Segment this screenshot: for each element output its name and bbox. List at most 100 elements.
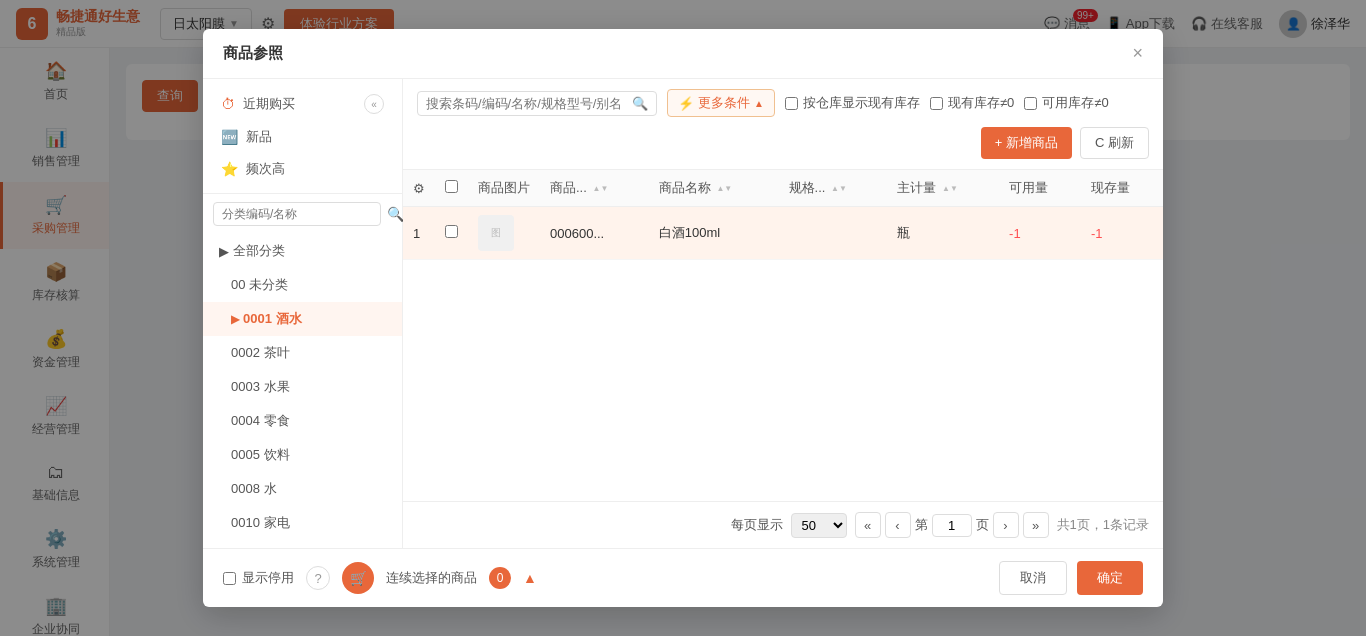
show-disabled-checkbox-label[interactable]: 显示停用	[223, 569, 294, 587]
cat-label-all: 全部分类	[233, 242, 285, 260]
cat-label-0004: 0004 零食	[231, 412, 290, 430]
cart-button[interactable]: 🛒	[342, 562, 374, 594]
cat-00[interactable]: 00 未分类	[203, 268, 402, 302]
product-search-icon[interactable]: 🔍	[632, 96, 648, 111]
dialog-body: ⏱ 近期购买 « 🆕 新品 ⭐ 频次高 🔍	[203, 79, 1163, 548]
right-panel: 🔍 ⚡ 更多条件 ▲ 按仓库显示现有库存 现有库存≠0	[403, 79, 1163, 548]
cat-arrow-all: ▶	[219, 244, 229, 259]
cat-0010[interactable]: 0010 家电	[203, 506, 402, 540]
quick-access: ⏱ 近期购买 « 🆕 新品 ⭐ 频次高	[203, 87, 402, 194]
col-unit-header[interactable]: 主计量 ▲▼	[887, 170, 999, 207]
existing-stock-checkbox[interactable]	[930, 97, 943, 110]
cat-all[interactable]: ▶ 全部分类	[203, 234, 402, 268]
col-checkbox-header[interactable]	[435, 170, 468, 207]
selected-count-badge: 0	[489, 567, 511, 589]
collapse-up-icon[interactable]: ▲	[523, 570, 537, 586]
product-table-area: ⚙ 商品图片 商品... ▲▼ 商品名称	[403, 170, 1163, 501]
quick-item-recent[interactable]: ⏱ 近期购买 «	[211, 87, 394, 121]
warehouse-label: 按仓库显示现有库存	[803, 94, 920, 112]
more-filter-button[interactable]: ⚡ 更多条件 ▲	[667, 89, 775, 117]
cat-label-00: 00 未分类	[231, 276, 288, 294]
row-checkbox[interactable]	[445, 225, 458, 238]
product-image: 图	[478, 215, 514, 251]
recent-icon: ⏱	[221, 96, 235, 112]
select-all-checkbox[interactable]	[445, 180, 458, 193]
page-prefix-label: 第	[915, 516, 928, 534]
next-page-button[interactable]: ›	[993, 512, 1019, 538]
first-page-button[interactable]: «	[855, 512, 881, 538]
col-settings[interactable]: ⚙	[403, 170, 435, 207]
per-page-select[interactable]: 50 100 200	[791, 513, 847, 538]
filter-bar: 🔍 ⚡ 更多条件 ▲ 按仓库显示现有库存 现有库存≠0	[403, 79, 1163, 170]
col-code-header[interactable]: 商品... ▲▼	[540, 170, 649, 207]
add-product-button[interactable]: + 新增商品	[981, 127, 1072, 159]
product-search-input[interactable]	[426, 96, 626, 111]
cat-0005[interactable]: 0005 饮料	[203, 438, 402, 472]
cell-code: 000600...	[540, 207, 649, 260]
prev-page-button[interactable]: ‹	[885, 512, 911, 538]
category-search-icon[interactable]: 🔍	[387, 206, 404, 222]
existing-stock-checkbox-label[interactable]: 现有库存≠0	[930, 94, 1014, 112]
quick-label-recent: 近期购买	[243, 95, 295, 113]
cell-no: 1	[403, 207, 435, 260]
filter-chevron-icon: ▲	[754, 98, 764, 109]
product-search-box: 🔍	[417, 91, 657, 116]
cell-available: -1	[999, 207, 1081, 260]
cat-label-0003: 0003 水果	[231, 378, 290, 396]
help-icon[interactable]: ?	[306, 566, 330, 590]
filter-actions: + 新增商品 C 刷新	[981, 127, 1149, 159]
category-list: ▶ 全部分类 00 未分类 ▶ 0001 酒水 0002 茶叶 0003 水果	[203, 234, 402, 540]
page-navigation: « ‹ 第 页 › »	[855, 512, 1049, 538]
quick-item-new[interactable]: 🆕 新品	[211, 121, 394, 153]
cell-unit: 瓶	[887, 207, 999, 260]
available-stock-checkbox[interactable]	[1024, 97, 1037, 110]
cell-stock: -1	[1081, 207, 1163, 260]
total-info: 共1页，1条记录	[1057, 516, 1149, 534]
dialog-footer: 显示停用 ? 🛒 连续选择的商品 0 ▲ 取消 确定	[203, 548, 1163, 607]
cell-name: 白酒100ml	[649, 207, 779, 260]
dialog-overlay: 商品参照 × ⏱ 近期购买 « 🆕 新品 ⭐	[0, 0, 1366, 636]
star-icon: ⭐	[221, 161, 238, 177]
page-suffix-label: 页	[976, 516, 989, 534]
page-number-input[interactable]	[932, 514, 972, 537]
table-row[interactable]: 1 图 000600... 白酒100ml 瓶 -1 -1	[403, 207, 1163, 260]
show-disabled-checkbox[interactable]	[223, 572, 236, 585]
filter-label: 更多条件	[698, 94, 750, 112]
cat-label-0001: 0001 酒水	[243, 310, 302, 328]
cell-checkbox[interactable]	[435, 207, 468, 260]
cancel-button[interactable]: 取消	[999, 561, 1067, 595]
last-page-button[interactable]: »	[1023, 512, 1049, 538]
cat-0008[interactable]: 0008 水	[203, 472, 402, 506]
category-search-row: 🔍	[203, 194, 402, 234]
cat-0003[interactable]: 0003 水果	[203, 370, 402, 404]
show-disabled-label: 显示停用	[242, 569, 294, 587]
cat-label-0010: 0010 家电	[231, 514, 290, 532]
warehouse-checkbox[interactable]	[785, 97, 798, 110]
close-button[interactable]: ×	[1132, 43, 1143, 64]
col-spec-header[interactable]: 规格... ▲▼	[779, 170, 888, 207]
quick-label-new: 新品	[246, 128, 272, 146]
col-name-header[interactable]: 商品名称 ▲▼	[649, 170, 779, 207]
col-stock-header[interactable]: 现存量	[1081, 170, 1163, 207]
footer-left: 显示停用 ? 🛒 连续选择的商品 0 ▲	[223, 562, 537, 594]
confirm-button[interactable]: 确定	[1077, 561, 1143, 595]
left-panel: ⏱ 近期购买 « 🆕 新品 ⭐ 频次高 🔍	[203, 79, 403, 548]
dialog-header: 商品参照 ×	[203, 29, 1163, 79]
cat-0002[interactable]: 0002 茶叶	[203, 336, 402, 370]
sort-unit-icon: ▲▼	[942, 185, 958, 193]
col-img-header: 商品图片	[468, 170, 540, 207]
continuous-select-label: 连续选择的商品	[386, 569, 477, 587]
cell-img: 图	[468, 207, 540, 260]
available-stock-checkbox-label[interactable]: 可用库存≠0	[1024, 94, 1108, 112]
cat-0001[interactable]: ▶ 0001 酒水	[203, 302, 402, 336]
col-available-header[interactable]: 可用量	[999, 170, 1081, 207]
category-search-input[interactable]	[213, 202, 381, 226]
refresh-button[interactable]: C 刷新	[1080, 127, 1149, 159]
warehouse-checkbox-label[interactable]: 按仓库显示现有库存	[785, 94, 920, 112]
cat-label-0005: 0005 饮料	[231, 446, 290, 464]
collapse-button[interactable]: «	[364, 94, 384, 114]
existing-stock-label: 现有库存≠0	[948, 94, 1014, 112]
cell-spec	[779, 207, 888, 260]
cat-0004[interactable]: 0004 零食	[203, 404, 402, 438]
quick-item-frequent[interactable]: ⭐ 频次高	[211, 153, 394, 185]
